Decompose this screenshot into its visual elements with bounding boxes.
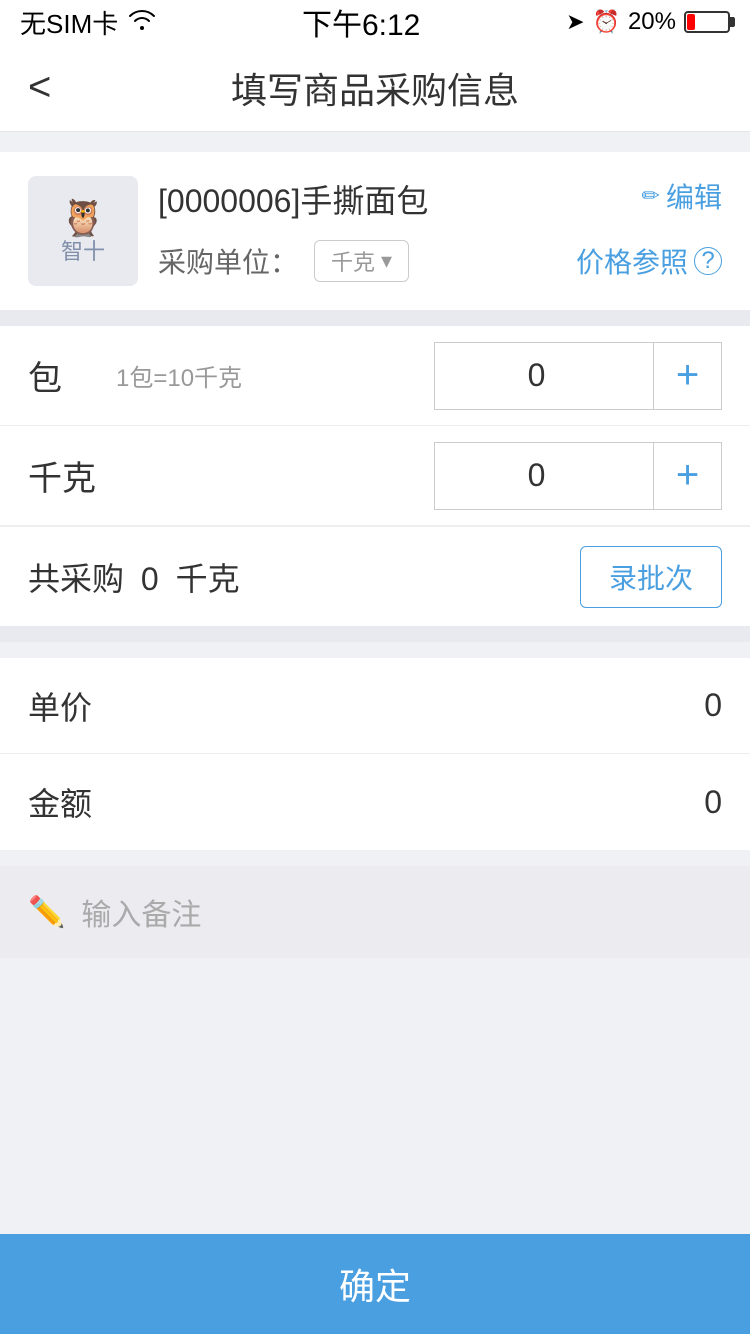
nav-bar: < 填写商品采购信息 — [0, 44, 750, 132]
remark-placeholder: 输入备注 — [81, 890, 201, 934]
remark-section[interactable]: ✏️ 输入备注 — [0, 866, 750, 958]
unit-label: 采购单位： — [158, 241, 298, 281]
amount-row: 金额 0 — [0, 754, 750, 850]
input-section: 包 1包=10千克 + 千克 + — [0, 326, 750, 526]
product-logo: 🦉 智十 — [61, 196, 106, 266]
edit-button[interactable]: ✏ 编辑 — [642, 176, 722, 216]
unit-price-label: 单价 — [28, 683, 92, 729]
price-ref-button[interactable]: 价格参照 ? — [576, 241, 722, 281]
product-image: 🦉 智十 — [28, 176, 138, 286]
status-bar-time: 下午6:12 — [302, 0, 420, 44]
package-input-row: 包 1包=10千克 + — [0, 326, 750, 426]
package-label: 包 — [28, 351, 108, 400]
product-name: [0000006]手撕面包 — [158, 176, 722, 222]
unit-price-row: 单价 0 — [0, 658, 750, 754]
back-button[interactable]: < — [28, 65, 51, 110]
status-bar-left: 无SIM卡 — [20, 4, 156, 41]
unit-price-value: 0 — [704, 687, 722, 724]
kg-input-row: 千克 + — [0, 426, 750, 526]
package-control: + — [434, 342, 722, 410]
package-plus-button[interactable]: + — [654, 342, 722, 410]
confirm-button[interactable]: 确定 — [0, 1234, 750, 1334]
kg-label: 千克 — [28, 451, 108, 500]
wifi-icon — [128, 7, 156, 38]
section-divider-2 — [0, 626, 750, 642]
product-meta: 采购单位： 千克 ▾ 价格参照 ? — [158, 240, 722, 282]
kg-control: + — [434, 442, 722, 510]
product-info: [0000006]手撕面包 采购单位： 千克 ▾ 价格参照 ? — [158, 176, 722, 282]
location-icon: ➤ — [566, 9, 584, 35]
battery-percent: 20% — [628, 8, 676, 36]
kg-input[interactable] — [434, 442, 654, 510]
unit-select[interactable]: 千克 ▾ — [314, 240, 409, 282]
page-title: 填写商品采购信息 — [231, 62, 519, 114]
kg-plus-button[interactable]: + — [654, 442, 722, 510]
battery-icon — [684, 11, 730, 33]
status-bar: 无SIM卡 下午6:12 ➤ ⏰ 20% — [0, 0, 750, 44]
carrier-text: 无SIM卡 — [20, 4, 118, 41]
summary-row: 共采购 0 千克 录批次 — [0, 526, 750, 626]
price-section: 单价 0 金额 0 — [0, 658, 750, 850]
summary-text: 共采购 0 千克 — [28, 554, 240, 600]
product-card: 🦉 智十 [0000006]手撕面包 采购单位： 千克 ▾ 价格参照 ? ✏ 编… — [0, 152, 750, 310]
pencil-icon: ✏️ — [28, 895, 65, 930]
amount-label: 金额 — [28, 779, 92, 825]
batch-button[interactable]: 录批次 — [580, 546, 722, 608]
amount-value: 0 — [704, 784, 722, 821]
alarm-icon: ⏰ — [593, 9, 620, 35]
section-divider-1 — [0, 310, 750, 326]
package-input[interactable] — [434, 342, 654, 410]
status-bar-right: ➤ ⏰ 20% — [566, 8, 730, 36]
package-sublabel: 1包=10千克 — [116, 358, 242, 393]
